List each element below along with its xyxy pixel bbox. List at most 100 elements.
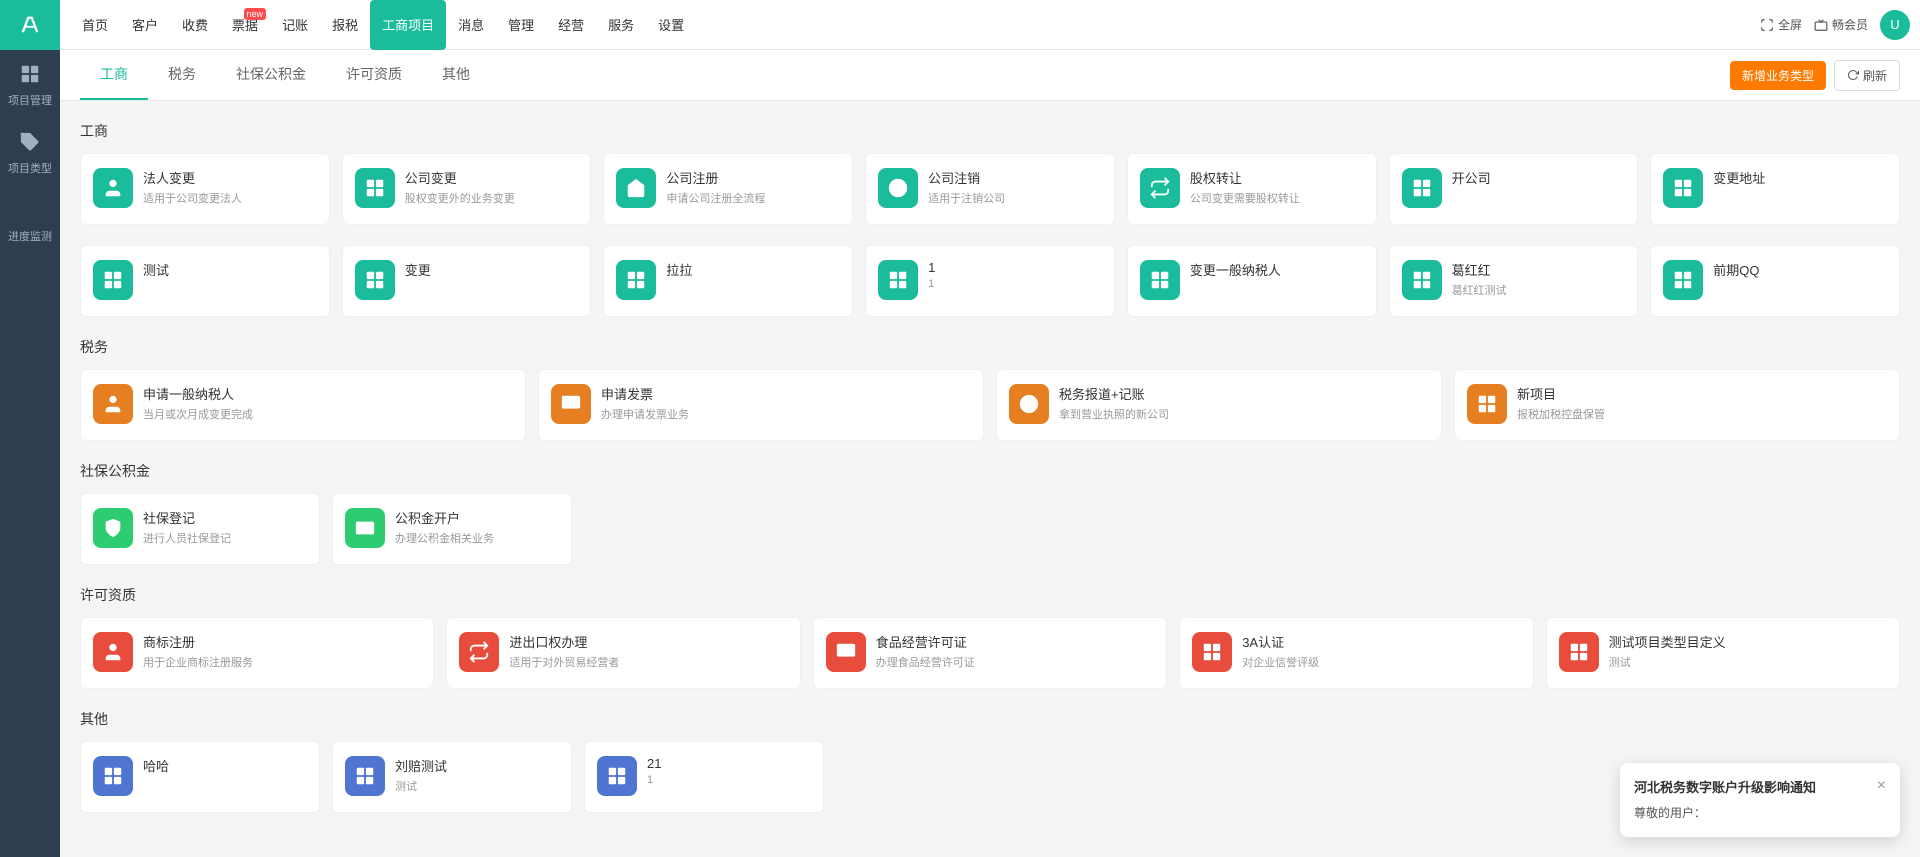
card-num1[interactable]: 1 1 [865,245,1115,317]
card-desc-liupei-test: 测试 [395,778,559,794]
card-num21[interactable]: 21 1 [584,741,824,813]
card-food-license[interactable]: 食品经营许可证 办理食品经营许可证 [813,617,1167,689]
vip-label: 畅会员 [1832,16,1868,33]
card-icon-liupei-test [345,756,385,796]
card-legal-change[interactable]: 法人变更 适用于公司变更法人 [80,153,330,225]
tab-tax[interactable]: 税务 [148,50,216,100]
card-name-change-tax: 变更一般纳税人 [1190,260,1364,279]
refresh-button[interactable]: 刷新 [1834,60,1900,91]
card-icon-trademark [93,632,133,672]
nav-industry[interactable]: 工商项目 [370,0,446,50]
card-name-company-register: 公司注册 [666,168,840,187]
card-name-apply-tax: 申请一般纳税人 [143,384,513,403]
nav-message[interactable]: 消息 [446,0,496,50]
nav-settings[interactable]: 设置 [646,0,696,50]
fullscreen-btn[interactable]: 全屏 [1760,16,1802,33]
card-equity-transfer[interactable]: 股权转让 公司变更需要股权转让 [1127,153,1377,225]
card-desc-social-register: 进行人员社保登记 [143,530,307,546]
card-ge-hong-hong[interactable]: 葛红红 葛红红测试 [1389,245,1639,317]
card-3a-cert[interactable]: 3A认证 对企业信誉评级 [1179,617,1533,689]
new-type-button[interactable]: 新增业务类型 [1730,61,1826,90]
card-haha[interactable]: 哈哈 [80,741,320,813]
card-name-company-change: 公司变更 [405,168,579,187]
tab-license[interactable]: 许可资质 [326,50,422,100]
card-icon-test-type [1559,632,1599,672]
card-liupei-test[interactable]: 刘赔测试 测试 [332,741,572,813]
tag-icon [16,128,44,156]
tab-other[interactable]: 其他 [422,50,490,100]
card-icon-new-project [1467,384,1507,424]
card-icon-food-license [826,632,866,672]
scroll-content: 工商 法人变更 适用于公司变更法人 [60,101,1920,857]
card-open-company[interactable]: 开公司 [1389,153,1639,225]
sidebar: 项目管理 项目类型 进度监测 [0,0,60,857]
sidebar-item-project-type[interactable]: 项目类型 [0,118,60,186]
notif-header: 河北税务数字账户升级影响通知 × [1634,777,1886,796]
card-front-qq[interactable]: 前期QQ [1650,245,1900,317]
social-fund-cards: 社保登记 进行人员社保登记 公积金开户 办理公积金相关业务 [80,493,1900,565]
card-desc-company-cancel: 适用于注销公司 [928,190,1102,206]
card-desc-legal-change: 适用于公司变更法人 [143,190,317,206]
card-name-ge-hong-hong: 葛红红 [1452,260,1626,279]
industry-cards-row1: 法人变更 适用于公司变更法人 公司变更 股权变更外的业务变更 [80,153,1900,225]
tab-social-fund[interactable]: 社保公积金 [216,50,326,100]
card-desc-food-license: 办理食品经营许可证 [876,654,1154,670]
sidebar-item-project-mgmt[interactable]: 项目管理 [0,50,60,118]
nav-client[interactable]: 客户 [120,0,170,50]
card-icon-lala [616,260,656,300]
card-icon-change-tax [1140,260,1180,300]
card-name-change-address: 变更地址 [1713,168,1887,187]
card-icon-3a-cert [1192,632,1232,672]
nav-tax[interactable]: 报税 [320,0,370,50]
nav-operation[interactable]: 经营 [546,0,596,50]
card-lala[interactable]: 拉拉 [603,245,853,317]
card-test-type[interactable]: 测试项目类型目定义 测试 [1546,617,1900,689]
sidebar-item-progress[interactable]: 进度监测 [0,186,60,254]
card-company-change[interactable]: 公司变更 股权变更外的业务变更 [342,153,592,225]
card-social-register[interactable]: 社保登记 进行人员社保登记 [80,493,320,565]
grid-icon [16,60,44,88]
nav-bookkeeping[interactable]: 记账 [270,0,320,50]
card-name-liupei-test: 刘赔测试 [395,756,559,775]
chart-icon [16,196,44,224]
nav-service[interactable]: 服务 [596,0,646,50]
card-icon-open-company [1402,168,1442,208]
card-change-tax[interactable]: 变更一般纳税人 [1127,245,1377,317]
card-change[interactable]: 变更 [342,245,592,317]
avatar[interactable]: U [1880,10,1910,40]
card-company-cancel[interactable]: 公司注销 适用于注销公司 [865,153,1115,225]
card-new-project[interactable]: 新项目 报税加税控盘保管 [1454,369,1900,441]
card-name-num21: 21 [647,756,811,771]
tabs-left: 工商 税务 社保公积金 许可资质 其他 [80,50,490,100]
card-fund-account[interactable]: 公积金开户 办理公积金相关业务 [332,493,572,565]
card-import-export[interactable]: 进出口权办理 适用于对外贸易经营者 [446,617,800,689]
card-name-test-type: 测试项目类型目定义 [1609,632,1887,651]
card-apply-invoice[interactable]: 申请发票 办理申请发票业务 [538,369,984,441]
industry-cards-row2: 测试 变更 [80,245,1900,317]
card-apply-tax[interactable]: 申请一般纳税人 当月或次月成变更完成 [80,369,526,441]
vip-btn[interactable]: 畅会员 [1814,16,1868,33]
card-change-address[interactable]: 变更地址 [1650,153,1900,225]
card-name-equity-transfer: 股权转让 [1190,168,1364,187]
card-name-change: 变更 [405,260,579,279]
nav-home[interactable]: 首页 [70,0,120,50]
notif-close-button[interactable]: × [1877,777,1886,795]
card-icon-change-address [1663,168,1703,208]
nav-ticket[interactable]: 票据 new [220,0,270,50]
tab-industry[interactable]: 工商 [80,50,148,100]
card-company-register[interactable]: 公司注册 申请公司注册全流程 [603,153,853,225]
card-name-lala: 拉拉 [666,260,840,279]
card-icon-company-change [355,168,395,208]
nav-billing[interactable]: 收费 [170,0,220,50]
card-tax-report[interactable]: 税务报道+记账 拿到营业执照的新公司 [996,369,1442,441]
tabs-right: 新增业务类型 刷新 [1730,60,1900,91]
card-trademark[interactable]: 商标注册 用于企业商标注册服务 [80,617,434,689]
fullscreen-label: 全屏 [1778,16,1802,33]
section-title-other: 其他 [80,709,1900,729]
card-icon-company-cancel [878,168,918,208]
nav-management[interactable]: 管理 [496,0,546,50]
topnav: 首页 客户 收费 票据 new 记账 报税 工商项目 消息 管理 经营 [60,0,1920,50]
tax-cards: 申请一般纳税人 当月或次月成变更完成 申请发票 办理申请发票业务 [80,369,1900,441]
sidebar-label-project-mgmt: 项目管理 [8,92,52,108]
card-test[interactable]: 测试 [80,245,330,317]
